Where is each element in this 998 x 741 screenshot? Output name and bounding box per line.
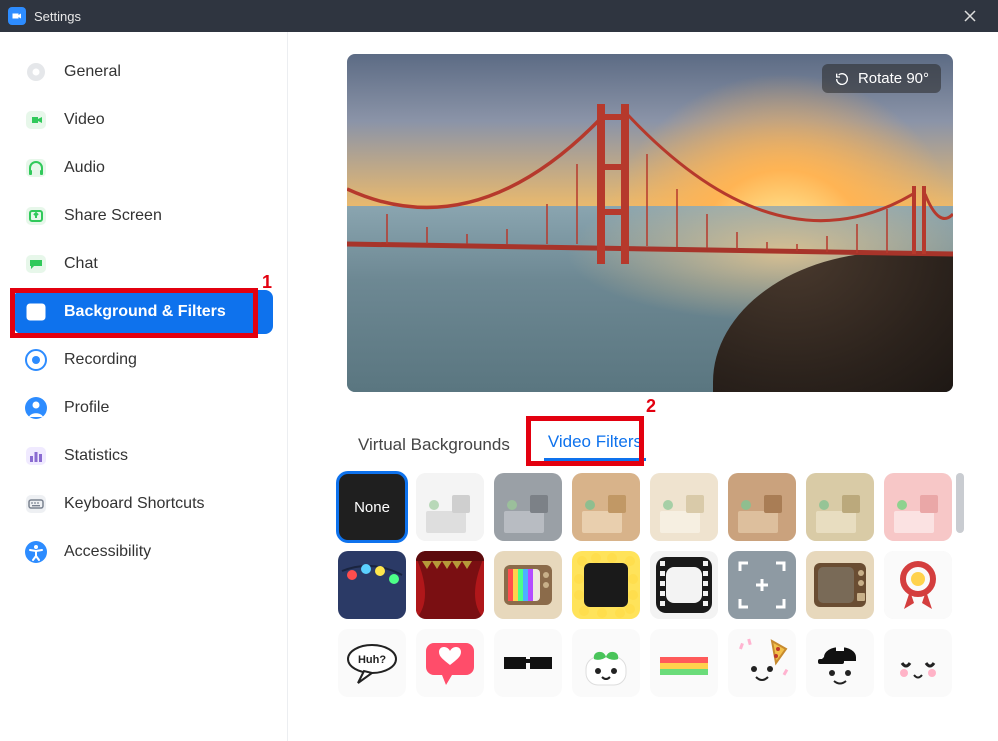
- tab-virtual-backgrounds[interactable]: Virtual Backgrounds: [354, 427, 514, 461]
- filter-tile-curtain[interactable]: [416, 551, 484, 619]
- sidebar-item-label: Keyboard Shortcuts: [64, 495, 205, 513]
- filter-tile-lights[interactable]: [338, 551, 406, 619]
- rotate-label: Rotate 90°: [858, 70, 929, 87]
- filter-tile-crosshair-frame[interactable]: [728, 551, 796, 619]
- rotate-button[interactable]: Rotate 90°: [822, 64, 941, 93]
- video-preview: Rotate 90°: [347, 54, 953, 392]
- filter-grid: None: [336, 473, 952, 697]
- scrollbar-thumb[interactable]: [956, 473, 964, 533]
- gear-icon: [22, 58, 50, 86]
- sidebar-item-chat[interactable]: Chat: [14, 242, 273, 286]
- sidebar-item-video[interactable]: Video: [14, 98, 273, 142]
- annotation-marker-1: 1: [262, 272, 272, 293]
- sidebar-item-label: Statistics: [64, 447, 128, 465]
- filter-tile-none[interactable]: None: [338, 473, 406, 541]
- sidebar-item-label: Profile: [64, 399, 109, 417]
- filter-tabs: Virtual Backgrounds Video Filters 2: [336, 424, 964, 461]
- filter-tile-emoji-frame[interactable]: [572, 551, 640, 619]
- titlebar: Settings: [0, 0, 998, 32]
- filter-tile-old-tv[interactable]: [806, 551, 874, 619]
- annotation-marker-2: 2: [646, 396, 656, 417]
- rotate-icon: [834, 71, 850, 87]
- filter-none-label: None: [354, 499, 390, 516]
- profile-icon: [22, 394, 50, 422]
- filter-tile-room-beige[interactable]: [650, 473, 718, 541]
- filter-tile-sprout-face[interactable]: [572, 629, 640, 697]
- sidebar-item-accessibility[interactable]: Accessibility: [14, 530, 273, 574]
- sidebar-item-recording[interactable]: Recording: [14, 338, 273, 382]
- sidebar-item-share-screen[interactable]: Share Screen: [14, 194, 273, 238]
- filter-tile-heart-bubble[interactable]: [416, 629, 484, 697]
- filter-tile-room-white[interactable]: [416, 473, 484, 541]
- filter-tile-cap-face[interactable]: [806, 629, 874, 697]
- filter-tile-room-gray[interactable]: [494, 473, 562, 541]
- sidebar-item-label: General: [64, 63, 121, 81]
- sidebar-item-label: Accessibility: [64, 543, 151, 561]
- filter-tile-room-tan[interactable]: [572, 473, 640, 541]
- filter-tile-retro-tv[interactable]: [494, 551, 562, 619]
- stats-icon: [22, 442, 50, 470]
- annotation-box-2: [526, 416, 644, 466]
- content-area: Rotate 90° Virtual Backgrounds Video Fil…: [288, 32, 998, 741]
- sidebar-item-label: Video: [64, 111, 105, 129]
- close-icon: [964, 10, 976, 22]
- filter-tile-room-pink[interactable]: [884, 473, 952, 541]
- filter-tile-room-khaki[interactable]: [806, 473, 874, 541]
- filter-tile-deal-glasses[interactable]: [494, 629, 562, 697]
- filter-tile-pizza-face[interactable]: [728, 629, 796, 697]
- sidebar: General Video Audio Share Screen Chat: [0, 32, 288, 741]
- sidebar-item-audio[interactable]: Audio: [14, 146, 273, 190]
- share-screen-icon: [22, 202, 50, 230]
- app-icon: [8, 7, 26, 25]
- filter-tile-huh-bubble[interactable]: Huh?: [338, 629, 406, 697]
- filter-tile-rainbow[interactable]: [650, 629, 718, 697]
- sidebar-item-keyboard-shortcuts[interactable]: Keyboard Shortcuts: [14, 482, 273, 526]
- sidebar-item-profile[interactable]: Profile: [14, 386, 273, 430]
- sidebar-item-label: Chat: [64, 255, 98, 273]
- sidebar-item-label: Audio: [64, 159, 105, 177]
- sidebar-item-general[interactable]: General: [14, 50, 273, 94]
- accessibility-icon: [22, 538, 50, 566]
- keyboard-icon: [22, 490, 50, 518]
- filter-tile-room-cocoa[interactable]: [728, 473, 796, 541]
- video-icon: [22, 106, 50, 134]
- headphones-icon: [22, 154, 50, 182]
- filter-scrollbar[interactable]: [956, 473, 964, 697]
- sidebar-item-label: Share Screen: [64, 207, 162, 225]
- filter-tile-ribbon[interactable]: [884, 551, 952, 619]
- sidebar-item-label: Recording: [64, 351, 137, 369]
- window-close-button[interactable]: [950, 0, 990, 32]
- record-icon: [22, 346, 50, 374]
- filter-tile-film-frame[interactable]: [650, 551, 718, 619]
- annotation-box-1: [10, 288, 258, 338]
- svg-text:Huh?: Huh?: [358, 654, 386, 666]
- sidebar-item-statistics[interactable]: Statistics: [14, 434, 273, 478]
- bridge-illustration: [347, 54, 953, 392]
- window-title: Settings: [34, 9, 81, 24]
- filter-tile-cute-face[interactable]: [884, 629, 952, 697]
- chat-icon: [22, 250, 50, 278]
